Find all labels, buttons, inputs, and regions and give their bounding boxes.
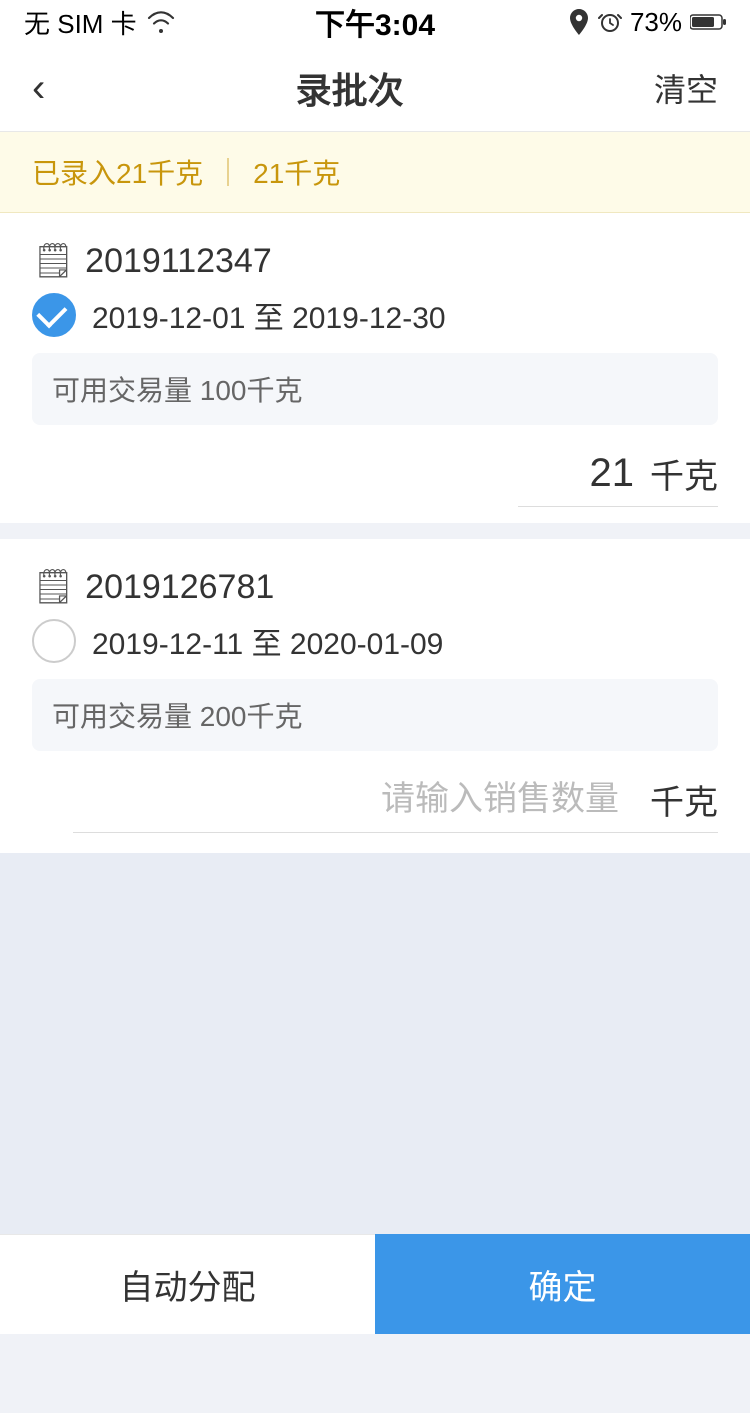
item2-doc-icon: 🗒 — [32, 567, 75, 607]
item2-available: 可用交易量 200千克 — [32, 679, 718, 751]
auto-distribute-button[interactable]: 自动分配 — [0, 1234, 375, 1334]
clear-button[interactable]: 清空 — [654, 65, 718, 111]
battery-icon — [690, 13, 726, 31]
item1-date-row: 2019-12-01 至 2019-12-30 — [32, 293, 718, 337]
item1-radio[interactable] — [32, 293, 76, 337]
summary-banner: 已录入21千克 21千克 — [0, 132, 750, 213]
item2-quantity-input[interactable] — [32, 780, 634, 819]
summary-label: 已录入21千克 — [32, 152, 203, 192]
summary-divider — [227, 158, 229, 186]
page-title: 录批次 — [296, 62, 404, 114]
status-bar: 无 SIM 卡 下午3:04 73% — [0, 0, 750, 44]
item2-input-unit: 千克 — [650, 775, 718, 824]
item2-date-row: 2019-12-11 至 2020-01-09 — [32, 619, 718, 663]
item-card-2: 🗒 2019126781 2019-12-11 至 2020-01-09 可用交… — [0, 539, 750, 853]
item1-id-row: 🗒 2019112347 — [32, 241, 718, 281]
item1-available: 可用交易量 100千克 — [32, 353, 718, 425]
back-button[interactable]: ‹ — [32, 68, 45, 108]
item2-radio[interactable] — [32, 619, 76, 663]
confirm-button[interactable]: 确定 — [375, 1234, 750, 1334]
item1-doc-icon: 🗒 — [32, 241, 75, 281]
item1-quantity-value: 21 — [590, 451, 635, 496]
item2-date: 2019-12-11 至 2020-01-09 — [92, 619, 443, 663]
alarm-icon — [598, 10, 622, 34]
nav-bar: ‹ 录批次 清空 — [0, 44, 750, 132]
battery-text: 73% — [630, 7, 682, 38]
summary-value: 21千克 — [253, 152, 340, 192]
item1-quantity-unit: 千克 — [650, 449, 718, 498]
item-card-1: 🗒 2019112347 2019-12-01 至 2019-12-30 可用交… — [0, 213, 750, 523]
wifi-icon — [147, 11, 175, 33]
section-gap-1 — [0, 523, 750, 539]
sim-text: 无 SIM 卡 — [24, 4, 137, 41]
item2-input-row: 千克 — [0, 751, 750, 824]
item1-quantity-row: 21 千克 — [0, 425, 750, 498]
location-icon — [568, 9, 590, 35]
item1-id: 2019112347 — [85, 242, 272, 281]
item1-quantity-divider — [518, 506, 718, 507]
item2-id: 2019126781 — [85, 568, 274, 607]
bottom-bar: 自动分配 确定 — [0, 1234, 750, 1334]
item1-date: 2019-12-01 至 2019-12-30 — [92, 293, 446, 337]
item2-bottom-pad — [0, 833, 750, 853]
status-time: 下午3:04 — [315, 0, 435, 44]
item2-id-row: 🗒 2019126781 — [32, 567, 718, 607]
